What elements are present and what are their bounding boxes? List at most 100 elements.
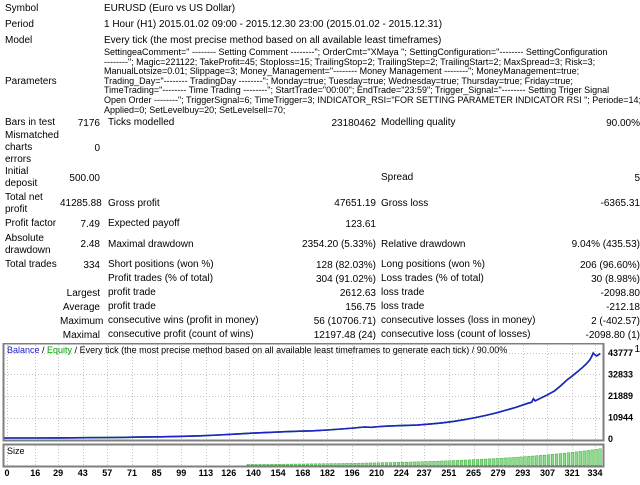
stat-value: 123.61 — [345, 218, 376, 230]
stat-value: Maximal — [62, 329, 100, 341]
size-bar — [408, 461, 412, 466]
stat-value: 90.00% — [606, 117, 640, 129]
stat-value: 0 — [94, 142, 100, 154]
stat-row: Bars in test 7176 Ticks modelled 23180462 Mo… — [0, 116, 640, 130]
stat-label: consecutive loss (count of losses) — [381, 329, 531, 341]
x-axis-label: 43 — [78, 468, 88, 478]
size-bar — [381, 462, 385, 466]
size-bar — [444, 460, 448, 466]
stat-value: 2612.63 — [339, 287, 376, 299]
balance-equity-chart: Balance / Equity / Every tick (the most … — [0, 342, 640, 480]
x-axis-label: 237 — [417, 468, 432, 478]
stat-label: Gross loss — [381, 197, 429, 209]
size-bar — [266, 464, 270, 466]
size-bar — [305, 463, 310, 466]
stat-value: 2354.20 (5.33%) — [302, 239, 376, 251]
x-axis-label: 321 — [565, 468, 580, 478]
x-axis-label: 265 — [466, 468, 481, 478]
size-bar — [373, 462, 377, 466]
stat-value: 23180462 — [331, 117, 377, 129]
size-bar — [274, 464, 278, 466]
size-bar — [313, 463, 317, 466]
size-bar — [479, 459, 483, 466]
stat-value: 12197.48 (24) — [313, 329, 376, 341]
size-bar — [361, 462, 365, 466]
x-axis-label: 334 — [587, 468, 602, 478]
header-label: Model — [5, 34, 33, 46]
main-plot-frame — [2, 342, 605, 442]
size-bar — [317, 463, 321, 466]
stat-row: Mismatched charts errors 0 — [0, 130, 640, 166]
header-row: Model Every tick (the most precise method… — [0, 32, 640, 48]
size-bar — [321, 463, 325, 466]
size-bar — [464, 459, 468, 466]
header-value: Every tick (the most precise method base… — [104, 34, 442, 46]
x-axis-label: 196 — [345, 468, 360, 478]
stat-label: consecutive profit (count of wins) — [108, 329, 254, 341]
size-bar — [475, 459, 480, 466]
stat-row: Initial deposit 500.00 Spread 5 — [0, 166, 640, 190]
stat-value: 30 (8.98%) — [591, 273, 640, 285]
size-bar — [535, 455, 539, 466]
size-bar — [396, 462, 400, 466]
strategy-tester-report: Symbol EURUSD (Euro vs US Dollar) Period 1 … — [0, 0, 640, 356]
size-bar — [471, 459, 476, 466]
header-value: EURUSD (Euro vs US Dollar) — [104, 2, 236, 14]
stat-row: Total net profit 41285.88 Gross profit 4765… — [0, 190, 640, 217]
header-value: 1 Hour (H1) 2015.01.02 09:00 - 2015.12.3… — [104, 18, 443, 30]
stat-label: Spread — [381, 172, 414, 184]
x-axis-label: 29 — [53, 468, 63, 478]
size-bar — [436, 460, 440, 466]
size-bar — [554, 453, 559, 466]
size-bar — [539, 455, 543, 466]
stat-value: 5 — [634, 172, 640, 184]
size-bar — [337, 463, 341, 466]
x-axis-label: 126 — [221, 468, 236, 478]
size-bar — [365, 462, 369, 466]
size-bar — [349, 463, 353, 466]
size-bar — [543, 454, 547, 466]
size-bar — [309, 463, 313, 466]
stat-row: Profit factor 7.49 Expected payoff 123.61 — [0, 217, 640, 231]
size-bar — [531, 455, 535, 466]
stat-value: 2.48 — [80, 239, 100, 251]
header-label: Symbol — [5, 2, 39, 14]
stat-row: Average profit trade 156.75 loss trade -212.… — [0, 300, 640, 314]
size-bar — [432, 461, 436, 466]
stat-label: Profit factor — [5, 218, 57, 230]
size-bar — [582, 450, 586, 466]
stat-value: 500.00 — [69, 172, 100, 184]
size-bar — [388, 462, 393, 466]
chart-svg: Balance / Equity / Every tick (the most … — [2, 342, 633, 478]
stat-value: 41285.88 — [60, 198, 102, 210]
stat-row: Maximal consecutive profit (count of wins… — [0, 328, 640, 342]
size-bar — [333, 463, 337, 466]
stat-value: 56 (10706.71) — [313, 315, 376, 327]
header-label: Period — [5, 18, 34, 30]
size-bar — [282, 463, 286, 466]
stat-label: Relative drawdown — [381, 238, 466, 250]
parameters-row: Parameters SettingeaComment=" -------- S… — [0, 47, 640, 115]
size-bar — [574, 451, 578, 466]
size-bar — [246, 464, 250, 466]
x-axis-label: 224 — [394, 468, 409, 478]
size-bar — [460, 460, 464, 466]
stat-label: Expected payoff — [108, 218, 180, 230]
size-bar — [404, 461, 408, 466]
size-bar — [598, 448, 602, 466]
y-axis-label: 43777 — [608, 348, 633, 358]
stat-label: Total net profit — [5, 191, 43, 215]
size-bar — [384, 462, 389, 466]
size-bar — [298, 463, 302, 466]
size-bar — [483, 458, 487, 466]
stat-label: Ticks modelled — [108, 117, 175, 129]
size-bar — [578, 451, 582, 466]
size-bar — [527, 456, 531, 466]
stat-label: Profit trades (% of total) — [108, 273, 214, 285]
x-axis-label: 279 — [491, 468, 506, 478]
report-header-rows: Symbol EURUSD (Euro vs US Dollar) Period 1 … — [0, 0, 640, 48]
size-bar — [377, 462, 381, 466]
stat-value: -2098.80 — [600, 287, 640, 299]
size-bar — [495, 458, 499, 466]
stat-label: Initial deposit — [5, 166, 38, 190]
